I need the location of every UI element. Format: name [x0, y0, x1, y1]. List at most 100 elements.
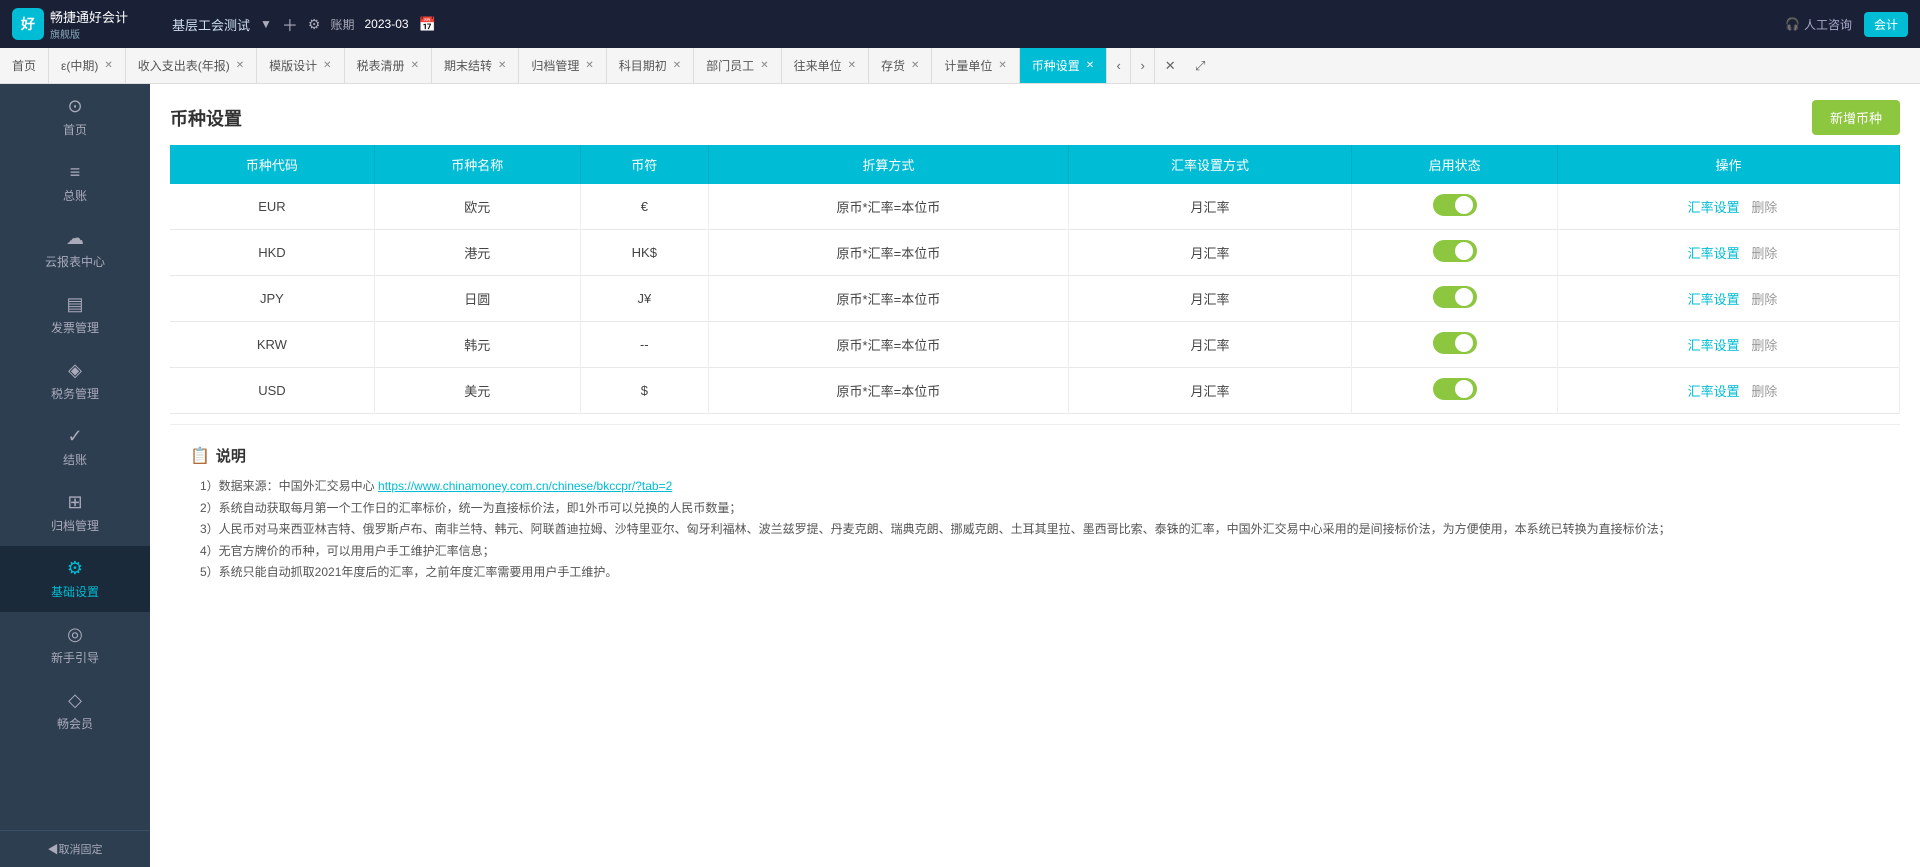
cell-toggle-4[interactable]: [1352, 368, 1558, 414]
tab-currency-label: 币种设置: [1032, 57, 1080, 74]
tab-next-btn[interactable]: ›: [1131, 48, 1155, 83]
sidebar-item-settings[interactable]: ⚙ 基础设置: [0, 546, 150, 612]
cell-actions-0: 汇率设置 删除: [1558, 184, 1900, 230]
delete-link-1[interactable]: 删除: [1751, 246, 1777, 261]
tab-dept-close[interactable]: ✕: [760, 60, 768, 71]
sidebar-item-closing[interactable]: ✓ 结账: [0, 414, 150, 480]
cell-actions-2: 汇率设置 删除: [1558, 276, 1900, 322]
toggle-3[interactable]: [1433, 332, 1477, 354]
sidebar-tax-label: 税务管理: [51, 385, 99, 402]
tab-mid-label: ε(中期): [61, 57, 98, 74]
tab-vendor[interactable]: 往来单位 ✕: [782, 48, 869, 83]
tab-unit[interactable]: 计量单位 ✕: [932, 48, 1019, 83]
sidebar-item-home[interactable]: ⊙ 首页: [0, 84, 150, 150]
tab-mid-close[interactable]: ✕: [104, 60, 112, 71]
tab-template-close[interactable]: ✕: [323, 60, 331, 71]
tab-currency[interactable]: 币种设置 ✕: [1020, 48, 1107, 83]
tab-close-all-btn[interactable]: ✕: [1155, 48, 1185, 83]
period-label: 账期: [330, 16, 354, 33]
toggle-2[interactable]: [1433, 286, 1477, 308]
tab-home[interactable]: 首页: [0, 48, 49, 83]
add-tab-icon[interactable]: ＋: [282, 12, 298, 36]
table-row: HKD 港元 HK$ 原币*汇率=本位币 月汇率 汇率设置 删除: [170, 230, 1900, 276]
sidebar-item-member[interactable]: ◇ 畅会员: [0, 678, 150, 744]
tab-unit-close[interactable]: ✕: [998, 60, 1006, 71]
sidebar-item-reports[interactable]: ☁ 云报表中心: [0, 216, 150, 282]
tab-maximize-btn[interactable]: ⤢: [1185, 48, 1215, 83]
tab-prev-btn[interactable]: ‹: [1107, 48, 1131, 83]
col-status: 启用状态: [1352, 145, 1558, 184]
rate-link-2[interactable]: 汇率设置: [1688, 292, 1740, 307]
tab-currency-close[interactable]: ✕: [1086, 60, 1094, 71]
app-sub: 旗舰版: [50, 26, 128, 41]
notes-section: 📋 说明 1）数据来源：中国外汇交易中心 https://www.chinamo…: [170, 424, 1900, 604]
tab-dept[interactable]: 部门员工 ✕: [694, 48, 781, 83]
rate-link-1[interactable]: 汇率设置: [1688, 246, 1740, 261]
cell-toggle-2[interactable]: [1352, 276, 1558, 322]
cell-code-4: USD: [170, 368, 374, 414]
tab-income-close[interactable]: ✕: [236, 60, 244, 71]
sidebar-reports-label: 云报表中心: [45, 253, 105, 270]
delete-link-0[interactable]: 删除: [1751, 200, 1777, 215]
tab-tax-label: 税表清册: [357, 57, 405, 74]
rate-link-4[interactable]: 汇率设置: [1688, 384, 1740, 399]
notes-title: 📋 说明: [190, 445, 1880, 466]
rate-link-3[interactable]: 汇率设置: [1688, 338, 1740, 353]
sidebar-item-invoice[interactable]: ▤ 发票管理: [0, 282, 150, 348]
settings-icon[interactable]: ⚙: [308, 16, 321, 33]
notes-link[interactable]: https://www.chinamoney.com.cn/chinese/bk…: [378, 479, 672, 493]
sidebar-item-ledger[interactable]: ≡ 总账: [0, 150, 150, 216]
toggle-1[interactable]: [1433, 240, 1477, 262]
cell-toggle-3[interactable]: [1352, 322, 1558, 368]
cell-symbol-0: €: [580, 184, 708, 230]
sidebar-item-guide[interactable]: ◎ 新手引导: [0, 612, 150, 678]
account-button[interactable]: 会计: [1864, 12, 1908, 37]
cell-rate-4: 月汇率: [1068, 368, 1351, 414]
cell-code-3: KRW: [170, 322, 374, 368]
sidebar-item-archive[interactable]: ⊞ 归档管理: [0, 480, 150, 546]
tab-inventory-close[interactable]: ✕: [911, 60, 919, 71]
tab-subject[interactable]: 科目期初 ✕: [607, 48, 694, 83]
note-line-2: 2）系统自动获取每月第一个工作日的汇率标价，统一为直接标价法，即1外币可以兑换的…: [200, 498, 1880, 520]
logo-area: 好 畅捷通好会计 旗舰版: [12, 7, 162, 41]
tab-mid[interactable]: ε(中期) ✕: [49, 48, 126, 83]
tab-tax-close[interactable]: ✕: [411, 60, 419, 71]
tab-closing-close[interactable]: ✕: [498, 60, 506, 71]
ledger-icon: ≡: [70, 162, 81, 183]
sidebar-collapse-btn[interactable]: ◀取消固定: [0, 830, 150, 867]
tab-tax[interactable]: 税表清册 ✕: [345, 48, 432, 83]
toggle-0[interactable]: [1433, 194, 1477, 216]
tab-inventory[interactable]: 存货 ✕: [869, 48, 932, 83]
rate-link-0[interactable]: 汇率设置: [1688, 200, 1740, 215]
tab-archive-close[interactable]: ✕: [585, 60, 593, 71]
tab-income[interactable]: 收入支出表(年报) ✕: [126, 48, 257, 83]
calendar-icon[interactable]: 📅: [419, 16, 436, 33]
help-button[interactable]: 🎧 人工咨询: [1785, 16, 1852, 33]
delete-link-2[interactable]: 删除: [1751, 292, 1777, 307]
sidebar-bottom: ◀取消固定: [0, 830, 150, 867]
tab-vendor-close[interactable]: ✕: [848, 60, 856, 71]
table-row: USD 美元 $ 原币*汇率=本位币 月汇率 汇率设置 删除: [170, 368, 1900, 414]
delete-link-3[interactable]: 删除: [1751, 338, 1777, 353]
cell-toggle-0[interactable]: [1352, 184, 1558, 230]
tab-archive[interactable]: 归档管理 ✕: [519, 48, 606, 83]
tab-template[interactable]: 模版设计 ✕: [257, 48, 344, 83]
col-method: 折算方式: [708, 145, 1068, 184]
tab-closing[interactable]: 期末结转 ✕: [432, 48, 519, 83]
company-name[interactable]: 基层工会测试: [172, 15, 250, 34]
top-bar: 好 畅捷通好会计 旗舰版 基层工会测试 ▼ ＋ ⚙ 账期 2023-03 📅 🎧…: [0, 0, 1920, 48]
toggle-4[interactable]: [1433, 378, 1477, 400]
company-dropdown-icon[interactable]: ▼: [260, 17, 272, 31]
cell-symbol-1: HK$: [580, 230, 708, 276]
cell-rate-0: 月汇率: [1068, 184, 1351, 230]
cell-actions-4: 汇率设置 删除: [1558, 368, 1900, 414]
sidebar-item-tax[interactable]: ◈ 税务管理: [0, 348, 150, 414]
archive-icon: ⊞: [67, 492, 82, 513]
cell-method-2: 原币*汇率=本位币: [708, 276, 1068, 322]
cell-toggle-1[interactable]: [1352, 230, 1558, 276]
table-row: JPY 日圆 J¥ 原币*汇率=本位币 月汇率 汇率设置 删除: [170, 276, 1900, 322]
tab-subject-close[interactable]: ✕: [673, 60, 681, 71]
new-currency-button[interactable]: 新增币种: [1812, 100, 1900, 135]
tab-archive-label: 归档管理: [531, 57, 579, 74]
delete-link-4[interactable]: 删除: [1751, 384, 1777, 399]
